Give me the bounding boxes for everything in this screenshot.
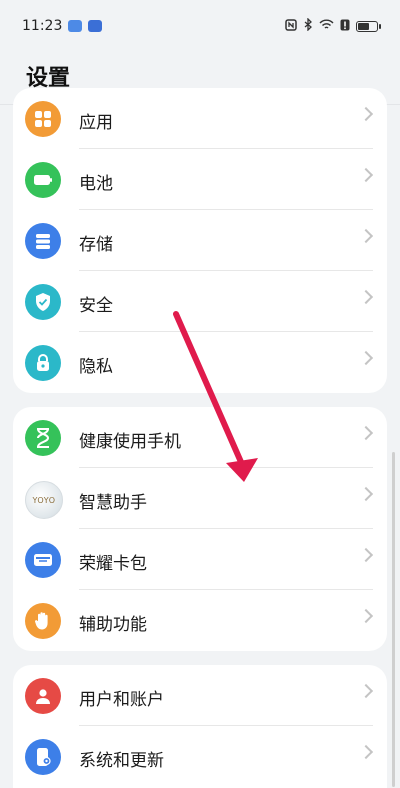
settings-group-2: 健康使用手机 YOYO 智慧助手 荣耀卡包 辅助功能 [13,407,387,651]
yoyo-icon: YOYO [25,481,63,519]
hand-icon [25,603,61,639]
chevron-right-icon [358,289,374,305]
chevron-right-icon [358,608,374,624]
settings-item-privacy[interactable]: 隐私 [13,332,387,393]
wifi-icon [319,19,334,34]
battery-icon [25,162,61,198]
storage-icon [25,223,61,259]
shield-icon [25,284,61,320]
settings-item-label: 荣耀卡包 [79,554,147,574]
scrollbar[interactable] [392,452,395,787]
settings-item-storage[interactable]: 存储 [13,210,387,271]
settings-item-label: 健康使用手机 [79,432,181,452]
settings-item-wallet[interactable]: 荣耀卡包 [13,529,387,590]
status-bar-left: 11:23 [22,18,103,34]
settings-item-label: 隐私 [79,357,113,377]
settings-item-label: 智慧助手 [79,493,147,513]
settings-item-label: 电池 [79,174,113,194]
chevron-right-icon [358,350,374,366]
settings-item-users-accounts[interactable]: 用户和账户 [13,665,387,726]
status-bar-right [285,17,381,34]
settings-item-label: 辅助功能 [79,615,147,635]
app-notification-icon [88,20,103,32]
chevron-right-icon [358,486,374,502]
chevron-right-icon [358,425,374,441]
settings-item-smart-assistant[interactable]: YOYO 智慧助手 [13,468,387,529]
status-time: 11:23 [22,18,63,34]
settings-item-battery[interactable]: 电池 [13,149,387,210]
cloud-notification-icon [68,20,83,32]
settings-item-label: 安全 [79,296,113,316]
settings-item-accessibility[interactable]: 辅助功能 [13,590,387,651]
lock-icon [25,345,61,381]
phone-settings-icon [25,739,61,775]
settings-group-3: 用户和账户 系统和更新 [13,665,387,788]
settings-item-label: 系统和更新 [79,751,164,771]
chevron-right-icon [358,106,374,122]
settings-item-security[interactable]: 安全 [13,271,387,332]
settings-item-label: 用户和账户 [79,690,164,710]
chevron-right-icon [358,683,374,699]
chevron-right-icon [358,547,374,563]
settings-item-label: 存储 [79,235,113,255]
settings-group-1: 应用 电池 存储 安全 隐私 [13,88,387,393]
chevron-right-icon [358,744,374,760]
yoyo-icon-text: YOYO [32,495,56,505]
nfc-icon [285,18,297,34]
settings-item-label: 应用 [79,113,113,133]
chevron-right-icon [358,167,374,183]
wallet-icon [25,542,61,578]
bluetooth-icon [303,17,313,34]
chevron-right-icon [358,228,374,244]
user-icon [25,678,61,714]
alert-icon [340,19,350,34]
status-bar: 11:23 [0,0,400,52]
settings-item-apps[interactable]: 应用 [13,88,387,149]
settings-item-system-updates[interactable]: 系统和更新 [13,726,387,787]
settings-item-digital-balance[interactable]: 健康使用手机 [13,407,387,468]
battery-status-icon [356,20,381,32]
hourglass-icon [25,420,61,456]
apps-icon [25,101,61,137]
